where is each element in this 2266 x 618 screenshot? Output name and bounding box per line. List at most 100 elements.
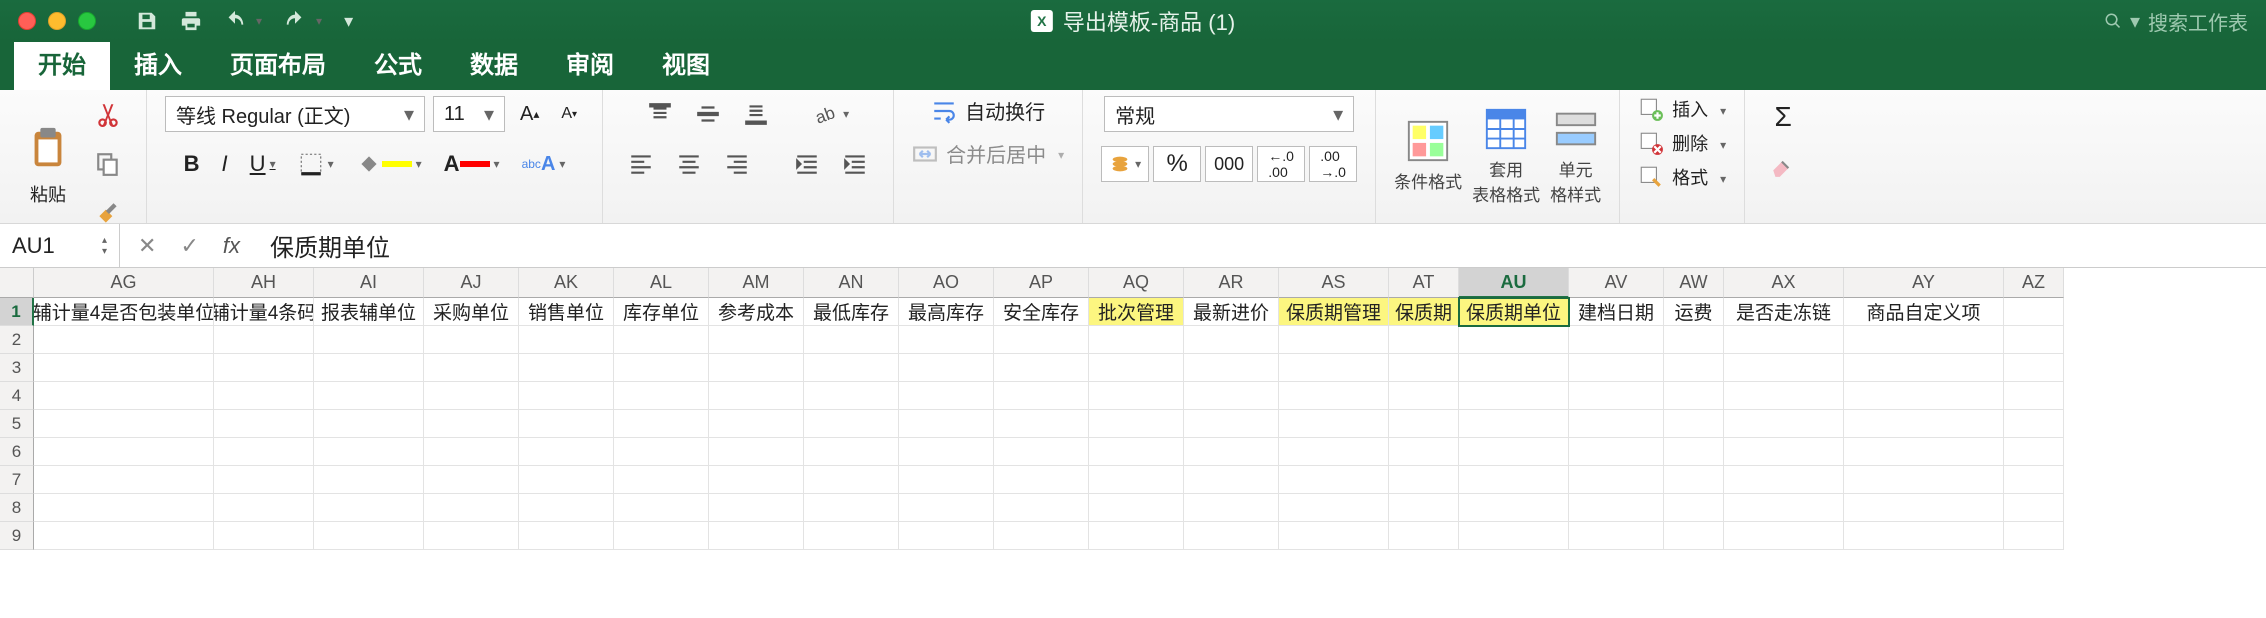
font-name-combo[interactable]: 等线 Regular (正文)▾: [165, 96, 425, 132]
column-header[interactable]: AS: [1279, 268, 1389, 298]
cell[interactable]: [1279, 410, 1389, 438]
cell[interactable]: [1279, 494, 1389, 522]
cell[interactable]: [519, 382, 614, 410]
cell[interactable]: [1089, 326, 1184, 354]
cell[interactable]: [1664, 326, 1724, 354]
cell[interactable]: [214, 466, 314, 494]
cell[interactable]: [34, 438, 214, 466]
column-header[interactable]: AY: [1844, 268, 2004, 298]
cell[interactable]: [1844, 494, 2004, 522]
cell[interactable]: [1459, 410, 1569, 438]
column-header[interactable]: AJ: [424, 268, 519, 298]
cell[interactable]: [424, 438, 519, 466]
column-header[interactable]: AI: [314, 268, 424, 298]
cell[interactable]: [899, 494, 994, 522]
cell[interactable]: [2004, 354, 2064, 382]
cell[interactable]: [994, 354, 1089, 382]
cell[interactable]: [1569, 354, 1664, 382]
format-as-table-button[interactable]: 套用 表格格式: [1472, 106, 1540, 210]
merge-center-button[interactable]: 合并后居中: [912, 139, 1064, 168]
align-top-button[interactable]: [640, 96, 680, 132]
cell[interactable]: [804, 494, 899, 522]
row-header[interactable]: 3: [0, 354, 34, 382]
cell[interactable]: [1389, 382, 1459, 410]
cell[interactable]: [1724, 326, 1844, 354]
cell[interactable]: [709, 494, 804, 522]
row-header[interactable]: 2: [0, 326, 34, 354]
cell[interactable]: [214, 494, 314, 522]
align-bottom-button[interactable]: [736, 96, 776, 132]
row-header[interactable]: 1: [0, 298, 34, 326]
cell[interactable]: [1844, 382, 2004, 410]
minimize-window-button[interactable]: [48, 12, 66, 30]
column-header[interactable]: AH: [214, 268, 314, 298]
decrease-indent-button[interactable]: [787, 146, 827, 182]
cell[interactable]: [1459, 466, 1569, 494]
cancel-formula-button[interactable]: ✕: [138, 233, 156, 259]
bold-button[interactable]: B: [177, 146, 207, 182]
column-header[interactable]: AW: [1664, 268, 1724, 298]
cell[interactable]: [1089, 382, 1184, 410]
column-header[interactable]: AZ: [2004, 268, 2064, 298]
cell[interactable]: [1389, 438, 1459, 466]
cell[interactable]: [2004, 410, 2064, 438]
cell[interactable]: [424, 354, 519, 382]
cell[interactable]: [804, 354, 899, 382]
column-header[interactable]: AM: [709, 268, 804, 298]
cell[interactable]: [34, 466, 214, 494]
autosum-button[interactable]: Σ: [1767, 96, 1798, 138]
cell[interactable]: [994, 382, 1089, 410]
column-header[interactable]: AL: [614, 268, 709, 298]
cell[interactable]: [424, 382, 519, 410]
cell[interactable]: [424, 522, 519, 550]
cell[interactable]: [1089, 410, 1184, 438]
cell[interactable]: [1184, 410, 1279, 438]
cut-button[interactable]: [88, 96, 128, 132]
cell[interactable]: [314, 494, 424, 522]
cell[interactable]: [614, 522, 709, 550]
cell[interactable]: [424, 494, 519, 522]
cell[interactable]: [1664, 522, 1724, 550]
cell[interactable]: 商品自定义项: [1844, 298, 2004, 326]
cell[interactable]: 是否走冻链: [1724, 298, 1844, 326]
cell[interactable]: [899, 522, 994, 550]
cell[interactable]: [34, 494, 214, 522]
cell[interactable]: [1724, 410, 1844, 438]
cell[interactable]: [1664, 354, 1724, 382]
cell[interactable]: [1844, 326, 2004, 354]
italic-button[interactable]: I: [215, 146, 235, 182]
cell[interactable]: [2004, 298, 2064, 326]
tab-home[interactable]: 开始: [14, 35, 110, 90]
column-header[interactable]: AK: [519, 268, 614, 298]
cell[interactable]: [314, 410, 424, 438]
cell[interactable]: [709, 438, 804, 466]
cell[interactable]: [1389, 522, 1459, 550]
cell[interactable]: [804, 522, 899, 550]
cell[interactable]: [709, 410, 804, 438]
cell[interactable]: [34, 522, 214, 550]
borders-button[interactable]: [291, 146, 341, 182]
cell[interactable]: [899, 438, 994, 466]
cell[interactable]: [709, 466, 804, 494]
cell[interactable]: 最新进价: [1184, 298, 1279, 326]
cell[interactable]: 最高库存: [899, 298, 994, 326]
clear-button[interactable]: [1763, 148, 1803, 184]
cell-styles-button[interactable]: 单元 格样式: [1550, 106, 1601, 210]
currency-button[interactable]: [1101, 146, 1149, 182]
cell[interactable]: [1844, 466, 2004, 494]
cell[interactable]: [2004, 494, 2064, 522]
cell[interactable]: [214, 326, 314, 354]
row-header[interactable]: 9: [0, 522, 34, 550]
undo-button[interactable]: [224, 10, 262, 32]
column-header[interactable]: AT: [1389, 268, 1459, 298]
cell[interactable]: [34, 354, 214, 382]
cell[interactable]: [1569, 494, 1664, 522]
cell[interactable]: [1389, 326, 1459, 354]
cell[interactable]: [1844, 438, 2004, 466]
cell[interactable]: [214, 354, 314, 382]
cell[interactable]: [424, 466, 519, 494]
cell[interactable]: [314, 382, 424, 410]
cell[interactable]: [1279, 522, 1389, 550]
cell[interactable]: [1279, 382, 1389, 410]
cell[interactable]: [899, 382, 994, 410]
